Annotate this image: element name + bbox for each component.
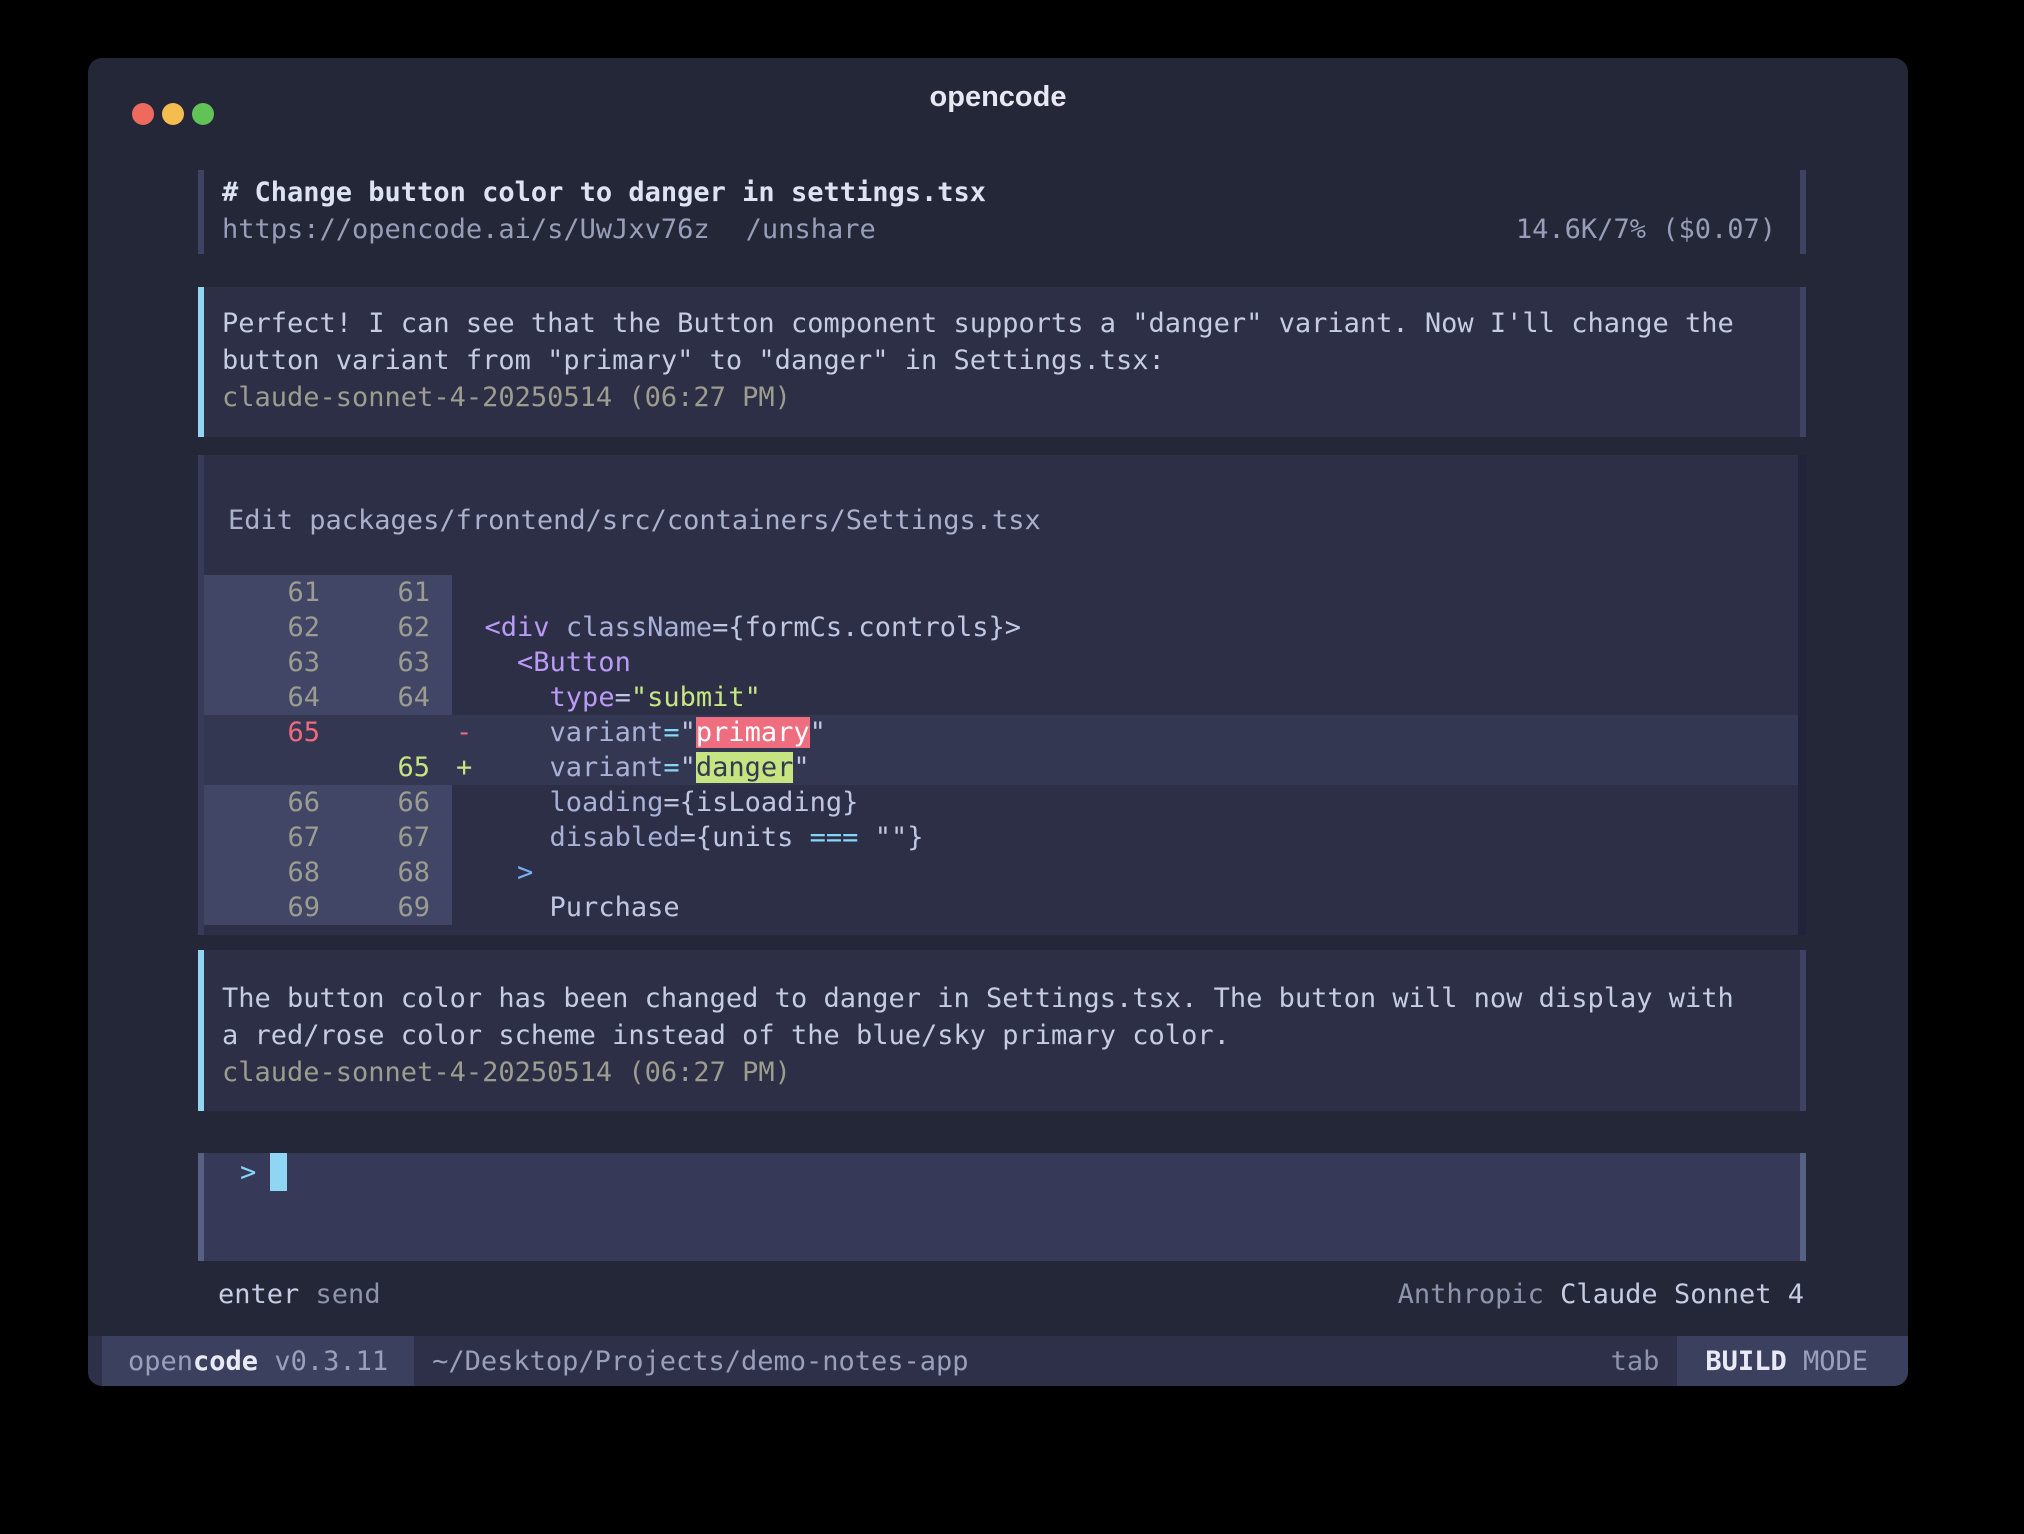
diff-code-line: disabled={units === ""} xyxy=(452,820,1798,855)
mode-label: MODE xyxy=(1803,1346,1868,1377)
message-line: Perfect! I can see that the Button compo… xyxy=(222,305,1776,342)
provider-name: Anthropic xyxy=(1398,1279,1544,1310)
prompt-chevron: > xyxy=(240,1157,256,1188)
text-cursor xyxy=(270,1153,287,1191)
mode-chip[interactable]: BUILD MODE xyxy=(1677,1336,1908,1386)
prompt-input[interactable]: > xyxy=(198,1153,1806,1261)
line-number-new: 62 xyxy=(320,610,430,645)
opencode-window: opencode # Change button color to danger… xyxy=(88,58,1908,1386)
key-hint: enter xyxy=(218,1279,299,1310)
line-number-old: 69 xyxy=(204,890,320,925)
diff-row: 6363 <Button xyxy=(204,645,1798,680)
message-line: The button color has been changed to dan… xyxy=(222,980,1776,1017)
edit-file-title: Edit packages/frontend/src/containers/Se… xyxy=(204,455,1798,539)
line-number-new: 65 xyxy=(320,750,430,785)
line-number-old: 65 xyxy=(204,715,320,750)
window-title: opencode xyxy=(88,58,1908,136)
line-number-new xyxy=(320,715,430,750)
diff-row: 6666 loading={isLoading} xyxy=(204,785,1798,820)
diff-code-line: loading={isLoading} xyxy=(452,785,1798,820)
key-action: send xyxy=(316,1279,381,1310)
app-name: open xyxy=(128,1346,193,1377)
diff-code-line: <Button xyxy=(452,645,1798,680)
session-title: # Change button color to danger in setti… xyxy=(222,174,1776,212)
message-line: button variant from "primary" to "danger… xyxy=(222,342,1776,379)
line-number-new: 64 xyxy=(320,680,430,715)
diff-code-line: <div className={formCs.controls}> xyxy=(452,610,1798,645)
line-number-new: 63 xyxy=(320,645,430,680)
line-number-old: 64 xyxy=(204,680,320,715)
line-number-old: 63 xyxy=(204,645,320,680)
diff-marker: - xyxy=(456,715,472,750)
diff-row: 6464 type="submit" xyxy=(204,680,1798,715)
line-number-old: 62 xyxy=(204,610,320,645)
diff-row: 6868 > xyxy=(204,855,1798,890)
line-number-old: 67 xyxy=(204,820,320,855)
unshare-command[interactable]: /unshare xyxy=(746,212,876,248)
working-directory: ~/Desktop/Projects/demo-notes-app xyxy=(432,1336,968,1386)
line-number-new: 67 xyxy=(320,820,430,855)
edit-diff-panel: Edit packages/frontend/src/containers/Se… xyxy=(198,455,1806,935)
model-timestamp: claude-sonnet-4-20250514 (06:27 PM) xyxy=(222,1054,1776,1091)
app-version-chip: opencode v0.3.11 xyxy=(102,1336,414,1386)
line-number-new: 69 xyxy=(320,890,430,925)
model-name: Claude Sonnet 4 xyxy=(1560,1279,1804,1310)
diff-row: 6262 <div className={formCs.controls}> xyxy=(204,610,1798,645)
diff-marker: + xyxy=(456,750,472,785)
line-number-old: 61 xyxy=(204,575,320,610)
line-number-old: 68 xyxy=(204,855,320,890)
line-number-old xyxy=(204,750,320,785)
diff-row: 6969 Purchase xyxy=(204,890,1798,925)
diff-view: 61616262 <div className={formCs.controls… xyxy=(204,575,1798,925)
diff-code-line: > xyxy=(452,855,1798,890)
status-bar: opencode v0.3.11 ~/Desktop/Projects/demo… xyxy=(88,1336,1908,1386)
share-url-link[interactable]: https://opencode.ai/s/UwJxv76z xyxy=(222,212,710,248)
titlebar: opencode xyxy=(88,58,1908,136)
line-number-new: 61 xyxy=(320,575,430,610)
diff-code-line: type="submit" xyxy=(452,680,1798,715)
app-version: v0.3.11 xyxy=(274,1346,388,1377)
diff-row: 6767 disabled={units === ""} xyxy=(204,820,1798,855)
diff-code-line: + variant="danger" xyxy=(452,750,1798,785)
diff-code-line xyxy=(452,575,1798,610)
message-line: a red/rose color scheme instead of the b… xyxy=(222,1017,1776,1054)
line-number-new: 66 xyxy=(320,785,430,820)
assistant-message: The button color has been changed to dan… xyxy=(198,950,1806,1111)
tab-hint[interactable]: tab xyxy=(1611,1336,1660,1386)
token-usage: 14.6K/7% ($0.07) xyxy=(1516,212,1776,248)
diff-code-line: Purchase xyxy=(452,890,1798,925)
diff-row: 6161 xyxy=(204,575,1798,610)
hint-bar: enter send Anthropic Claude Sonnet 4 xyxy=(198,1278,1806,1312)
diff-code-line: - variant="primary" xyxy=(452,715,1798,750)
diff-row: 65 - variant="primary" xyxy=(204,715,1798,750)
diff-row: 65 + variant="danger" xyxy=(204,750,1798,785)
model-timestamp: claude-sonnet-4-20250514 (06:27 PM) xyxy=(222,379,1776,416)
line-number-old: 66 xyxy=(204,785,320,820)
session-header: # Change button color to danger in setti… xyxy=(198,170,1806,254)
app-name-bold: code xyxy=(193,1346,258,1377)
mode-label-bold: BUILD xyxy=(1705,1346,1786,1377)
assistant-message: Perfect! I can see that the Button compo… xyxy=(198,287,1806,437)
line-number-new: 68 xyxy=(320,855,430,890)
